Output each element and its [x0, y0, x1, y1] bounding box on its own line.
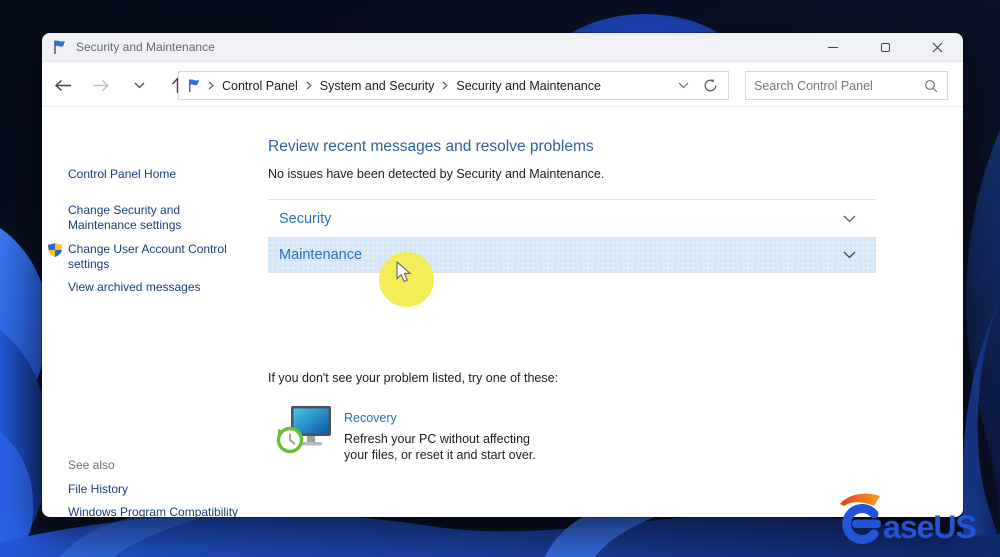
sidebar: Control Panel Home Change Security and M…: [42, 107, 268, 517]
search-box: [745, 71, 948, 100]
sidebar-item-change-uac-settings[interactable]: Change User Account Control settings: [68, 242, 240, 272]
divider: [268, 272, 876, 273]
breadcrumb-item-control-panel[interactable]: Control Panel: [220, 79, 300, 93]
maximize-button[interactable]: [859, 33, 911, 61]
shield-icon: [48, 243, 62, 257]
close-button[interactable]: [911, 33, 963, 61]
flag-icon: [54, 40, 65, 54]
sidebar-item-windows-program-compatibility-troubleshooter[interactable]: Windows Program Compatibility Troublesho…: [68, 505, 240, 517]
recovery-monitor-icon: [276, 406, 331, 454]
navigation-bar: Control Panel System and Security Securi…: [42, 63, 963, 107]
sidebar-item-view-archived-messages[interactable]: View archived messages: [68, 280, 240, 295]
recovery-link[interactable]: Recovery: [344, 411, 540, 425]
section-security[interactable]: Security: [268, 200, 876, 237]
recent-pages-button[interactable]: [128, 74, 150, 96]
chevron-down-icon: [843, 215, 856, 222]
recovery-description: Refresh your PC without affecting your f…: [344, 432, 536, 462]
page-title: Review recent messages and resolve probl…: [268, 138, 594, 155]
window-title: Security and Maintenance: [76, 40, 215, 54]
search-input[interactable]: [746, 78, 924, 93]
close-icon: [932, 42, 942, 52]
refresh-button[interactable]: [703, 78, 718, 93]
chevron-down-icon: [843, 251, 856, 259]
chevron-right-icon: [442, 81, 449, 90]
sidebar-item-change-security-maintenance-settings[interactable]: Change Security and Maintenance settings: [68, 203, 240, 233]
breadcrumb: Control Panel System and Security Securi…: [178, 71, 729, 100]
minimize-icon: [828, 46, 838, 48]
section-security-label: Security: [279, 210, 332, 227]
refresh-icon: [704, 78, 717, 92]
security-and-maintenance-window: Security and Maintenance Control Panel S…: [42, 33, 963, 517]
tip-text: If you don't see your problem listed, tr…: [268, 371, 559, 385]
breadcrumb-item-system-and-security[interactable]: System and Security: [318, 79, 437, 93]
search-button[interactable]: [924, 79, 947, 93]
chevron-down-icon: [678, 82, 689, 89]
recovery-item: Recovery Refresh your PC without affecti…: [276, 404, 540, 463]
main-content: Review recent messages and resolve probl…: [268, 107, 963, 517]
see-also-header: See also: [68, 458, 115, 472]
easeus-logo: aseUS: [840, 493, 978, 545]
forward-button[interactable]: [90, 74, 112, 96]
flag-icon: [189, 79, 199, 93]
chevron-down-icon: [134, 82, 144, 88]
forward-icon: [93, 79, 110, 91]
search-icon: [925, 79, 938, 92]
section-maintenance[interactable]: Maintenance: [268, 238, 876, 272]
breadcrumb-item-security-and-maintenance[interactable]: Security and Maintenance: [454, 79, 603, 93]
section-list: Security Maintenance: [268, 199, 876, 273]
chevron-right-icon: [306, 81, 312, 90]
section-maintenance-label: Maintenance: [279, 247, 363, 263]
title-bar: Security and Maintenance: [42, 33, 963, 62]
sidebar-item-control-panel-home[interactable]: Control Panel Home: [68, 167, 240, 182]
address-dropdown-button[interactable]: [678, 82, 689, 89]
chevron-right-icon: [208, 81, 214, 90]
status-text: No issues have been detected by Security…: [268, 167, 605, 181]
back-button[interactable]: [52, 74, 74, 96]
minimize-button[interactable]: [807, 33, 859, 61]
logo-text: aseUS: [883, 509, 977, 545]
maximize-icon: [880, 42, 890, 52]
sidebar-item-file-history[interactable]: File History: [68, 482, 240, 497]
caption-buttons: [807, 33, 963, 61]
back-icon: [54, 79, 71, 91]
cursor-icon: [396, 261, 412, 283]
